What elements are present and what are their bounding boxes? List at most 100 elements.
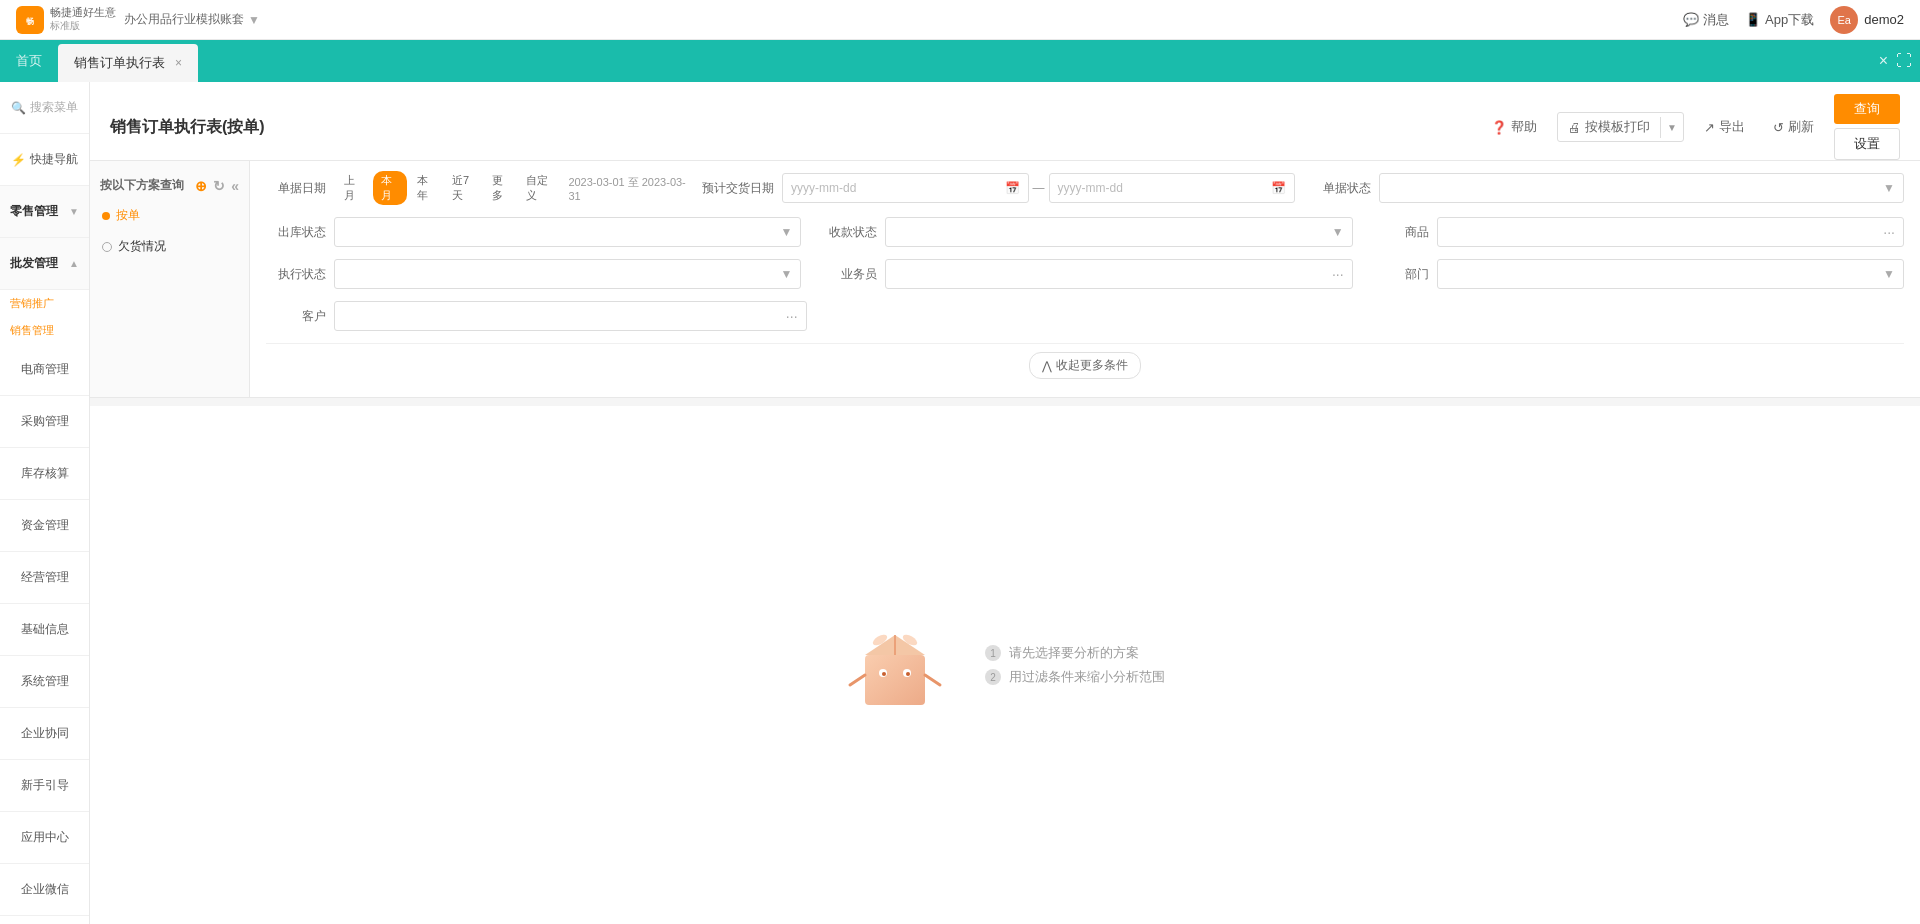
query-button[interactable]: 查询	[1834, 94, 1900, 124]
filter-customer: 客户 ···	[266, 301, 807, 331]
step-2-text: 用过滤条件来缩小分析范围	[1009, 668, 1165, 686]
print-main[interactable]: 🖨 按模板打印	[1558, 113, 1660, 141]
sidebar-app-center[interactable]: 应用中心	[0, 812, 89, 864]
sidebar-inventory[interactable]: 库存核算	[0, 448, 89, 500]
sidebar-operations-label: 经营管理	[21, 569, 69, 586]
tab-sales-exec-label: 销售订单执行表	[74, 54, 165, 72]
sidebar-search-label: 搜索菜单	[30, 99, 78, 116]
exec-status-icon: ▼	[780, 267, 792, 281]
sidebar-retail-arrow: ▼	[69, 206, 79, 217]
sidebar-wholesale-header[interactable]: 批发管理 ▲	[0, 238, 89, 290]
sidebar-search[interactable]: 🔍 搜索菜单	[0, 82, 89, 134]
scheme-active-dot	[102, 212, 110, 220]
sidebar-retail-header[interactable]: 零售管理 ▼	[0, 186, 89, 238]
scheme-header: 按以下方案查询 ⊕ ↻ «	[90, 171, 249, 200]
filter-delivery-status: 出库状态 ▼	[266, 217, 801, 247]
date-btn-7days[interactable]: 近7天	[446, 171, 482, 205]
expected-delivery-label: 预计交货日期	[702, 180, 774, 197]
app-download-action[interactable]: 📱 App下载	[1745, 11, 1814, 29]
sidebar-enterprise[interactable]: 企业协同	[0, 708, 89, 760]
page-title: 销售订单执行表(按单)	[110, 117, 265, 138]
date-separator: —	[1033, 181, 1045, 195]
sidebar-new-guide[interactable]: 新手引导	[0, 760, 89, 812]
sidebar-sales-mgmt-label: 销售管理	[10, 323, 54, 338]
username-label[interactable]: demo2	[1864, 12, 1904, 27]
sidebar-retail-label: 零售管理	[10, 203, 58, 220]
empty-step-1: 1 请先选择要分析的方案	[985, 644, 1165, 662]
payment-status-label: 收款状态	[817, 224, 877, 241]
sidebar-enterprise-wechat-label: 企业微信	[21, 881, 69, 898]
status-dropdown[interactable]: ▼	[1379, 173, 1904, 203]
sidebar-basic-info[interactable]: 基础信息	[0, 604, 89, 656]
export-icon: ↗	[1704, 120, 1715, 135]
sidebar-app-center-label: 应用中心	[21, 829, 69, 846]
calendar-end-icon: 📅	[1271, 181, 1286, 195]
sidebar-finance[interactable]: 资金管理	[0, 500, 89, 552]
page-actions: ❓ 帮助 🖨 按模板打印 ▼ ↗ 导出 ↺ 刷新	[1483, 94, 1900, 160]
delivery-status-dropdown[interactable]: ▼	[334, 217, 801, 247]
settings-button[interactable]: 设置	[1834, 128, 1900, 160]
tab-fullscreen-btn[interactable]: ⛶	[1896, 53, 1912, 69]
scheme-item-按单[interactable]: 按单	[90, 200, 249, 231]
tab-sales-exec[interactable]: 销售订单执行表 ×	[58, 44, 198, 82]
message-action[interactable]: 💬 消息	[1683, 11, 1729, 29]
user-area[interactable]: Ea demo2	[1830, 6, 1904, 34]
sidebar-enterprise-wechat[interactable]: 企业微信	[0, 864, 89, 916]
breadcrumb-dropdown-icon[interactable]: ▼	[248, 13, 260, 27]
date-end-input[interactable]: yyyy-mm-dd 📅	[1049, 173, 1296, 203]
date-btn-this-year[interactable]: 本年	[411, 171, 442, 205]
scheme-item-欠货情况[interactable]: 欠货情况	[90, 231, 249, 262]
sidebar-wholesale-label: 批发管理	[10, 255, 58, 272]
header-left: 畅 畅捷通好生意 标准版 办公用品行业模拟账套 ▼	[16, 6, 260, 34]
sidebar-sys-mgmt[interactable]: 系统管理	[0, 656, 89, 708]
delivery-status-label: 出库状态	[266, 224, 326, 241]
payment-status-dropdown[interactable]: ▼	[885, 217, 1352, 247]
sidebar-purchase[interactable]: 采购管理	[0, 396, 89, 448]
date-btn-last-month[interactable]: 上月	[338, 171, 369, 205]
help-button[interactable]: ❓ 帮助	[1483, 114, 1545, 140]
scheme-collapse-icon[interactable]: «	[231, 178, 239, 194]
date-btn-this-month[interactable]: 本月	[373, 171, 408, 205]
filter-dept: 部门 ▼	[1369, 259, 1904, 289]
tab-bar-actions: × ⛶	[1879, 53, 1920, 69]
tab-close-all-btn[interactable]: ×	[1879, 53, 1888, 69]
scheme-add-icon[interactable]: ⊕	[195, 178, 207, 194]
export-button[interactable]: ↗ 导出	[1696, 114, 1753, 140]
refresh-button[interactable]: ↺ 刷新	[1765, 114, 1822, 140]
salesperson-input[interactable]: ···	[885, 259, 1352, 289]
scheme-refresh-icon[interactable]: ↻	[213, 178, 225, 194]
customer-input[interactable]: ···	[334, 301, 807, 331]
collapse-bar: ⋀ 收起更多条件	[266, 343, 1904, 387]
filter-expected-delivery: 预计交货日期 yyyy-mm-dd 📅 — yyyy-mm-dd 📅	[702, 173, 1295, 203]
print-dropdown-arrow[interactable]: ▼	[1660, 117, 1683, 138]
filter-row-3: 执行状态 ▼ 业务员 ··· 部门	[266, 259, 1904, 289]
breadcrumb-text: 办公用品行业模拟账套	[124, 11, 244, 28]
date-btn-more[interactable]: 更多	[486, 171, 517, 205]
empty-state: 1 请先选择要分析的方案 2 用过滤条件来缩小分析范围	[90, 406, 1920, 924]
app-download-icon: 📱	[1745, 12, 1761, 27]
logo-text-area: 畅捷通好生意 标准版	[50, 6, 116, 33]
sidebar-quick-nav[interactable]: ⚡ 快捷导航	[0, 134, 89, 186]
sidebar-sales-mgmt[interactable]: 销售管理	[0, 317, 89, 344]
filter-payment-status: 收款状态 ▼	[817, 217, 1352, 247]
sidebar-marketing[interactable]: 营销推广	[0, 290, 89, 317]
sidebar-operations[interactable]: 经营管理	[0, 552, 89, 604]
empty-steps: 1 请先选择要分析的方案 2 用过滤条件来缩小分析范围	[985, 644, 1165, 686]
dept-dropdown[interactable]: ▼	[1437, 259, 1904, 289]
query-settings-group: 查询 设置	[1834, 94, 1900, 160]
date-btn-custom[interactable]: 自定义	[520, 171, 560, 205]
date-start-input[interactable]: yyyy-mm-dd 📅	[782, 173, 1029, 203]
sidebar-ecommerce[interactable]: 电商管理	[0, 344, 89, 396]
tab-home[interactable]: 首页	[0, 40, 58, 82]
sidebar-member[interactable]: 畅会员	[0, 916, 89, 924]
dept-icon: ▼	[1883, 267, 1895, 281]
goods-input[interactable]: ···	[1437, 217, 1904, 247]
search-icon: 🔍	[11, 101, 26, 115]
svg-point-8	[906, 672, 910, 676]
collapse-button[interactable]: ⋀ 收起更多条件	[1029, 352, 1141, 379]
exec-status-dropdown[interactable]: ▼	[334, 259, 801, 289]
tab-home-label: 首页	[16, 52, 42, 70]
tab-close-icon[interactable]: ×	[175, 56, 182, 70]
print-button[interactable]: 🖨 按模板打印 ▼	[1557, 112, 1684, 142]
user-avatar: Ea	[1830, 6, 1858, 34]
